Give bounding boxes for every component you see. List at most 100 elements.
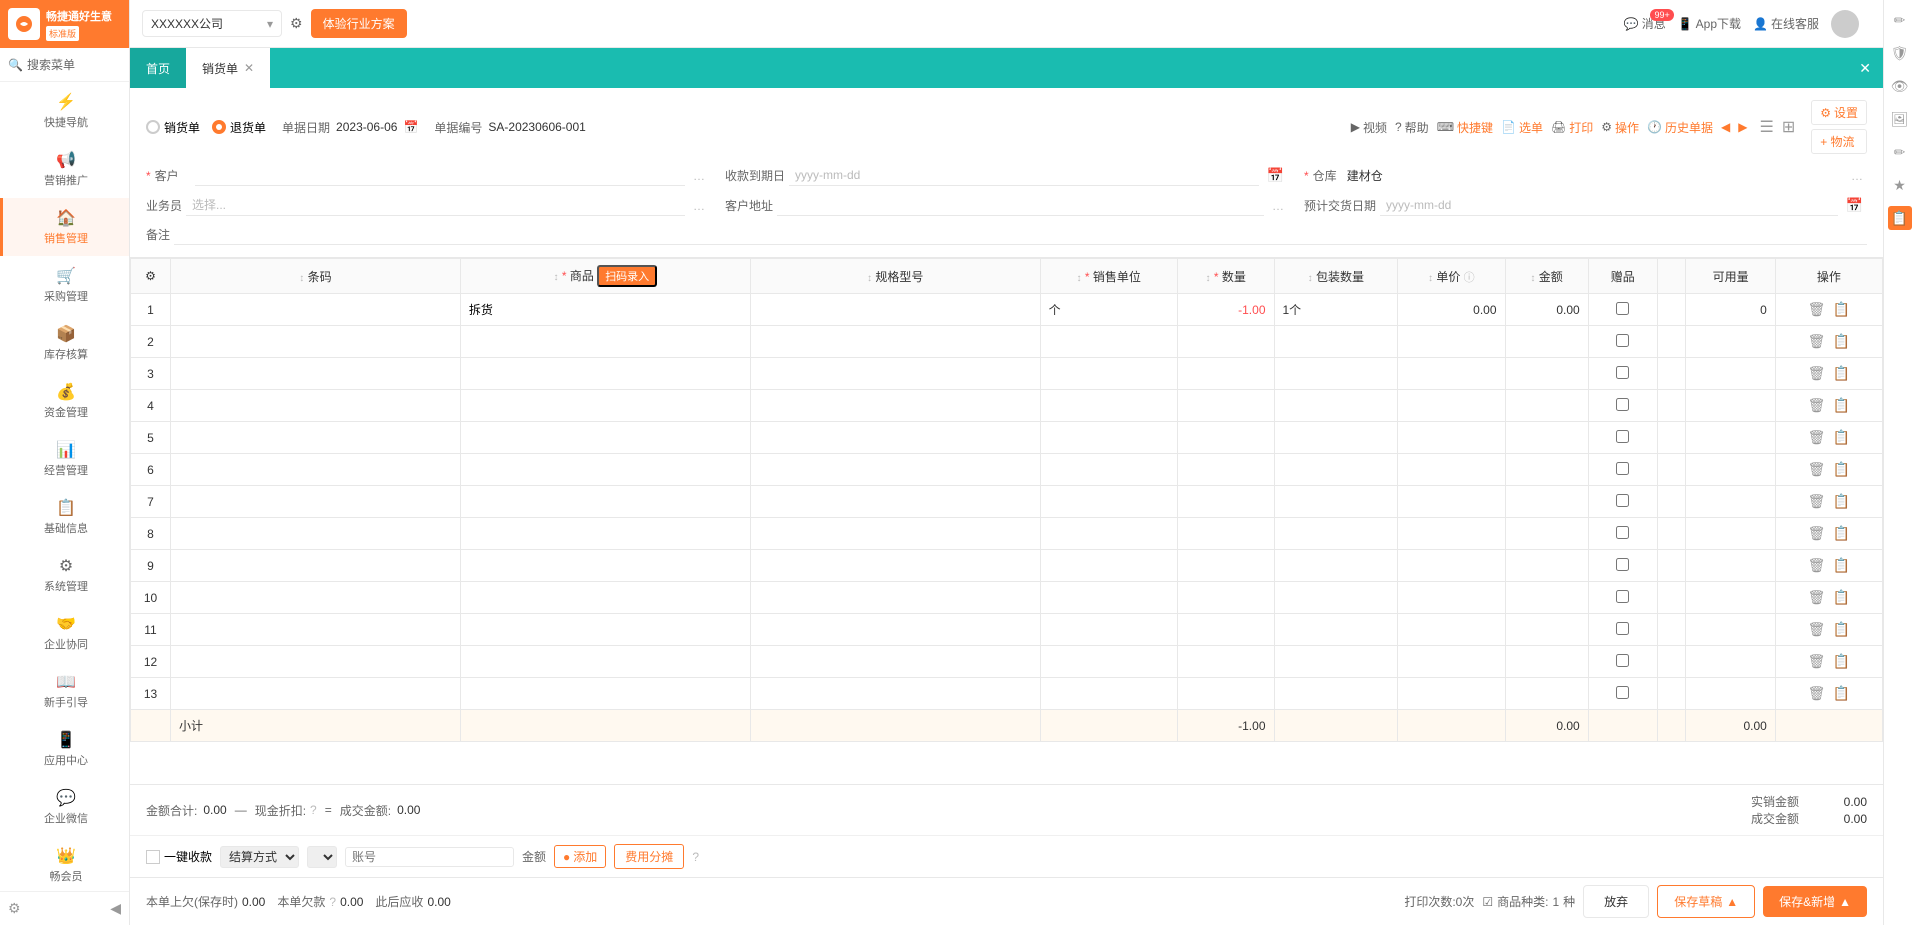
rp-edit-icon[interactable]: ✏ [1890, 8, 1910, 33]
copy-icon[interactable]: 📋 [1831, 525, 1852, 541]
rp-eye-icon[interactable]: 👁 [1887, 74, 1913, 99]
message-action[interactable]: 💬 消息 99+ [1624, 15, 1666, 32]
cell-product[interactable] [460, 646, 750, 678]
cell-pkg-qty[interactable] [1274, 518, 1398, 550]
payment-calendar-icon[interactable]: 📅 [1263, 167, 1288, 184]
cell-product[interactable] [460, 390, 750, 422]
cell-amount[interactable] [1505, 550, 1588, 582]
settings-bottom-icon[interactable]: ⚙ [8, 900, 21, 917]
cell-barcode[interactable] [171, 454, 461, 486]
cell-gift[interactable] [1588, 326, 1657, 358]
cell-description[interactable] [1657, 518, 1686, 550]
cell-unit[interactable] [1040, 582, 1177, 614]
cell-unit[interactable]: 个 [1040, 294, 1177, 326]
cell-product[interactable] [460, 518, 750, 550]
cell-gift[interactable] [1588, 454, 1657, 486]
customer-dots-icon[interactable]: … [689, 169, 709, 183]
expected-date-input[interactable] [1380, 195, 1838, 216]
cell-pkg-qty[interactable] [1274, 614, 1398, 646]
delete-icon[interactable]: 🗑 [1806, 365, 1828, 381]
cell-gift[interactable] [1588, 678, 1657, 710]
discard-button[interactable]: 放弃 [1583, 885, 1649, 918]
copy-icon[interactable]: 📋 [1831, 461, 1852, 477]
cell-pkg-qty[interactable] [1274, 486, 1398, 518]
cell-description[interactable] [1657, 582, 1686, 614]
date-calendar-icon[interactable]: 📅 [403, 120, 418, 134]
sidebar-item-wechat[interactable]: 💬 企业微信 [0, 778, 129, 836]
cell-price[interactable] [1398, 582, 1505, 614]
cell-barcode[interactable] [171, 486, 461, 518]
cell-product[interactable] [460, 454, 750, 486]
copy-icon[interactable]: 📋 [1831, 653, 1852, 669]
cell-pkg-qty[interactable] [1274, 422, 1398, 454]
th-gear[interactable]: ⚙ [131, 259, 171, 294]
cell-product[interactable] [460, 614, 750, 646]
cell-description[interactable] [1657, 294, 1686, 326]
debt-help-icon[interactable]: ? [329, 895, 336, 909]
sidebar-item-member[interactable]: 👑 畅会员 [0, 836, 129, 891]
topbar-gear-icon[interactable]: ⚙ [290, 15, 303, 32]
rp-shield-icon[interactable]: 🛡 [1887, 41, 1913, 66]
cell-price[interactable] [1398, 326, 1505, 358]
sidebar-item-system[interactable]: ⚙ 系统管理 [0, 546, 129, 604]
cell-unit[interactable] [1040, 326, 1177, 358]
cell-spec[interactable] [750, 422, 1040, 454]
delete-icon[interactable]: 🗑 [1806, 557, 1828, 573]
cell-unit[interactable] [1040, 422, 1177, 454]
avatar[interactable] [1831, 10, 1859, 38]
cell-price[interactable] [1398, 614, 1505, 646]
collapse-icon[interactable]: ◀ [110, 900, 121, 917]
cell-barcode[interactable] [171, 550, 461, 582]
expense-help-icon[interactable]: ? [692, 850, 699, 864]
cell-gift[interactable] [1588, 550, 1657, 582]
cell-price[interactable] [1398, 678, 1505, 710]
cell-qty[interactable] [1177, 326, 1274, 358]
company-selector[interactable]: XXXXXX公司 ▾ [142, 10, 282, 37]
cell-spec[interactable] [750, 454, 1040, 486]
cell-qty[interactable] [1177, 390, 1274, 422]
cell-unit[interactable] [1040, 678, 1177, 710]
cell-unit[interactable] [1040, 518, 1177, 550]
cell-description[interactable] [1657, 550, 1686, 582]
cell-gift[interactable] [1588, 390, 1657, 422]
select-action[interactable]: 📄 选单 [1501, 119, 1543, 136]
qty-sort-icon[interactable]: ↕ [1205, 273, 1210, 284]
cell-barcode[interactable] [171, 390, 461, 422]
payment-due-input[interactable] [789, 165, 1259, 186]
cell-barcode[interactable] [171, 614, 461, 646]
cell-amount[interactable] [1505, 422, 1588, 454]
cell-qty[interactable] [1177, 486, 1274, 518]
unit-sort-icon[interactable]: ↕ [1077, 273, 1082, 284]
cell-barcode[interactable] [171, 326, 461, 358]
list-view-icon[interactable]: ☰ [1759, 117, 1773, 137]
cell-gift[interactable] [1588, 518, 1657, 550]
logistics-button[interactable]: + 物流 [1811, 129, 1867, 154]
cell-qty[interactable] [1177, 582, 1274, 614]
delete-icon[interactable]: 🗑 [1806, 301, 1828, 317]
cell-amount[interactable]: 0.00 [1505, 294, 1588, 326]
delete-icon[interactable]: 🗑 [1806, 653, 1828, 669]
price-sort-icon[interactable]: ↕ [1428, 273, 1433, 284]
cell-qty[interactable] [1177, 646, 1274, 678]
cell-gift[interactable] [1588, 422, 1657, 454]
cell-spec[interactable] [750, 390, 1040, 422]
delete-icon[interactable]: 🗑 [1806, 493, 1828, 509]
tab-sales-order[interactable]: 销货单 ✕ [186, 48, 270, 88]
copy-icon[interactable]: 📋 [1831, 621, 1852, 637]
sidebar-item-finance[interactable]: 💰 资金管理 [0, 372, 129, 430]
cell-amount[interactable] [1505, 486, 1588, 518]
cell-pkg-qty[interactable] [1274, 646, 1398, 678]
warehouse-dots-icon[interactable]: … [1847, 169, 1867, 183]
rp-image-icon[interactable]: 🖼 [1887, 107, 1913, 132]
cell-gift[interactable] [1588, 582, 1657, 614]
cell-barcode[interactable] [171, 294, 461, 326]
cell-unit[interactable] [1040, 646, 1177, 678]
copy-icon[interactable]: 📋 [1831, 557, 1852, 573]
cell-gift[interactable] [1588, 358, 1657, 390]
tab-close-icon[interactable]: ✕ [244, 61, 254, 75]
delete-icon[interactable]: 🗑 [1806, 525, 1828, 541]
delete-icon[interactable]: 🗑 [1806, 685, 1828, 701]
tabbar-close-icon[interactable]: ✕ [1859, 60, 1871, 77]
shortcut-action[interactable]: ⌨ 快捷键 [1437, 119, 1493, 136]
sidebar-item-inventory[interactable]: 📦 库存核算 [0, 314, 129, 372]
